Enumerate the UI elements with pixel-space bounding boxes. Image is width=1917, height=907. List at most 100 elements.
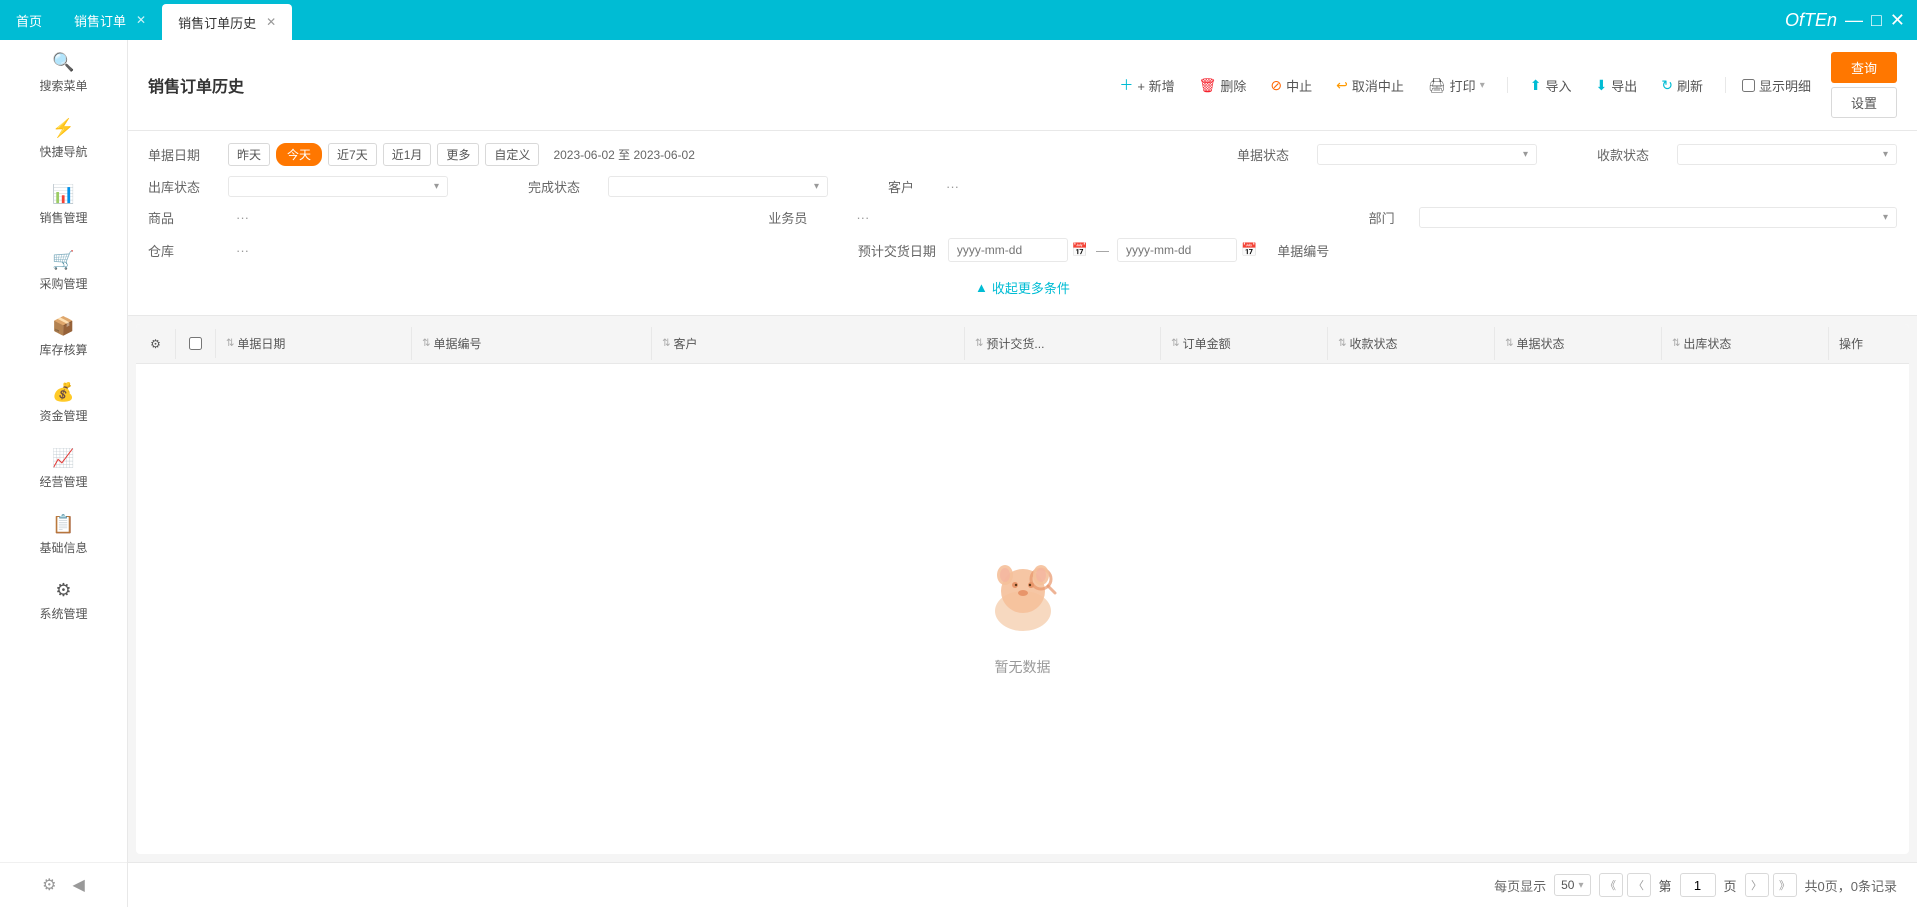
goods-label: 商品 — [148, 208, 228, 227]
tab-sales-order-history[interactable]: 销售订单历史 ✕ — [162, 4, 292, 40]
filter-section: 单据日期 昨天 今天 近7天 近1月 更多 自定义 2023-06-02 至 2… — [128, 131, 1917, 316]
per-page-value: 50 — [1561, 878, 1574, 892]
sidebar-item-sales-mgmt-label: 销售管理 — [39, 209, 87, 226]
last-page-button[interactable]: 》 — [1773, 873, 1797, 897]
sidebar-item-sales-mgmt[interactable]: 📊 销售管理 — [0, 172, 127, 238]
th-num-label: 单据编号 — [434, 335, 482, 352]
display-checkbox[interactable] — [1742, 79, 1755, 92]
sidebar-settings-icon[interactable]: ⚙ — [42, 875, 56, 895]
complete-status-select[interactable]: ▾ — [608, 176, 828, 197]
sidebar-item-sys-mgmt[interactable]: ⚙ 系统管理 — [0, 568, 127, 634]
expected-date-start[interactable] — [948, 238, 1068, 262]
expected-date-input-group: 📅 — 📅 — [948, 238, 1257, 262]
tab-sales-order-label: 销售订单 — [74, 11, 126, 30]
per-page-select[interactable]: 50 ▾ — [1554, 874, 1590, 896]
cancel-stop-icon: ↩ — [1336, 77, 1348, 94]
first-page-button[interactable]: 《 — [1599, 873, 1623, 897]
tab-home[interactable]: 首页 — [0, 0, 58, 40]
settings-button[interactable]: 设置 — [1831, 87, 1897, 118]
date-btn-today[interactable]: 今天 — [276, 143, 322, 166]
customer-select-dots[interactable]: ··· — [946, 179, 959, 194]
top-bar-right: OfTEn — □ ✕ — [1773, 10, 1917, 31]
out-status-select[interactable]: ▾ — [228, 176, 448, 197]
date-btn-more[interactable]: 更多 — [437, 143, 479, 166]
department-chevron-icon: ▾ — [1883, 212, 1888, 223]
th-date[interactable]: ⇅ 单据日期 — [216, 327, 412, 360]
import-button[interactable]: ⬆ 导入 — [1524, 72, 1578, 99]
tab-sales-order-history-close[interactable]: ✕ — [266, 15, 276, 29]
delete-icon: 🗑 — [1199, 77, 1217, 94]
refresh-button[interactable]: ↻ 刷新 — [1655, 72, 1709, 99]
prev-page-button[interactable]: 〈 — [1627, 873, 1651, 897]
th-ops-label: 操作 — [1839, 335, 1863, 352]
export-button[interactable]: ⬇ 导出 — [1589, 72, 1643, 99]
page-label: 第 — [1659, 876, 1672, 895]
goods-select-dots[interactable]: ··· — [236, 210, 249, 225]
warehouse-select-dots[interactable]: ··· — [236, 243, 249, 258]
tab-sales-order[interactable]: 销售订单 ✕ — [58, 0, 162, 40]
page-number-input[interactable] — [1680, 873, 1716, 897]
sidebar-item-operations[interactable]: 📈 经营管理 — [0, 436, 127, 502]
th-amount[interactable]: ⇅ 订单金额 — [1161, 327, 1328, 360]
salesperson-label: 业务员 — [768, 208, 848, 227]
close-button[interactable]: ✕ — [1890, 10, 1905, 31]
add-button[interactable]: ＋ + 新增 — [1113, 71, 1180, 99]
sidebar-item-search-menu-label: 搜索菜单 — [39, 77, 87, 94]
stop-label: 中止 — [1286, 76, 1312, 95]
order-status-select[interactable]: ▾ — [1317, 144, 1537, 165]
sidebar-item-purchase-mgmt[interactable]: 🛒 采购管理 — [0, 238, 127, 304]
tab-bar: 首页 销售订单 ✕ 销售订单历史 ✕ — [0, 0, 1773, 40]
th-delivery[interactable]: ⇅ 预计交货... — [965, 327, 1161, 360]
stop-button[interactable]: ⊘ 中止 — [1264, 72, 1318, 99]
select-all-checkbox[interactable] — [189, 337, 202, 350]
cancel-stop-button[interactable]: ↩ 取消中止 — [1330, 72, 1410, 99]
empty-text: 暂无数据 — [995, 657, 1051, 677]
department-select[interactable]: ▾ — [1419, 207, 1897, 228]
sales-mgmt-icon: 📊 — [52, 184, 74, 205]
th-order[interactable]: ⇅ 单据状态 — [1495, 327, 1662, 360]
query-button[interactable]: 查询 — [1831, 52, 1897, 83]
delete-button[interactable]: 🗑 删除 — [1193, 72, 1253, 99]
salesperson-select-dots[interactable]: ··· — [856, 210, 869, 225]
th-check[interactable] — [176, 329, 216, 358]
sidebar-collapse-icon[interactable]: ◀ — [73, 875, 85, 895]
maximize-button[interactable]: □ — [1871, 10, 1882, 31]
export-label: 导出 — [1611, 76, 1637, 95]
expected-date-end[interactable] — [1117, 238, 1237, 262]
content-area: 销售订单历史 ＋ + 新增 🗑 删除 ⊘ 中止 ↩ 取消中止 — [128, 40, 1917, 907]
sidebar-item-quick-nav-label: 快捷导航 — [39, 143, 87, 160]
per-page-chevron-icon: ▾ — [1578, 880, 1583, 891]
date-btn-custom[interactable]: 自定义 — [485, 143, 539, 166]
display-toggle[interactable]: 显示明细 — [1742, 76, 1811, 95]
sidebar-item-inventory[interactable]: 📦 库存核算 — [0, 304, 127, 370]
sidebar-item-basic-info[interactable]: 📋 基础信息 — [0, 502, 127, 568]
tab-sales-order-history-label: 销售订单历史 — [178, 13, 256, 32]
tab-sales-order-close[interactable]: ✕ — [136, 13, 146, 27]
sidebar-item-inventory-label: 库存核算 — [39, 341, 87, 358]
th-customer[interactable]: ⇅ 客户 — [652, 327, 965, 360]
page-unit: 页 — [1724, 876, 1737, 895]
th-gear[interactable]: ⚙ — [136, 329, 176, 359]
th-amount-label: 订单金额 — [1183, 335, 1231, 352]
calendar-start-icon[interactable]: 📅 — [1072, 242, 1088, 258]
sidebar-item-search-menu[interactable]: 🔍 搜索菜单 — [0, 40, 127, 106]
minimize-button[interactable]: — — [1845, 10, 1863, 31]
filter-row-1: 单据日期 昨天 今天 近7天 近1月 更多 自定义 2023-06-02 至 2… — [148, 143, 1897, 166]
complete-status-chevron-icon: ▾ — [814, 181, 819, 192]
next-page-button[interactable]: 〉 — [1745, 873, 1769, 897]
calendar-end-icon[interactable]: 📅 — [1241, 242, 1257, 258]
operations-icon: 📈 — [52, 448, 74, 469]
import-icon: ⬆ — [1530, 77, 1542, 94]
th-pay[interactable]: ⇅ 收款状态 — [1328, 327, 1495, 360]
date-btn-7days[interactable]: 近7天 — [328, 143, 377, 166]
sidebar-item-finance[interactable]: 💰 资金管理 — [0, 370, 127, 436]
date-btn-1month[interactable]: 近1月 — [383, 143, 432, 166]
sidebar-item-quick-nav[interactable]: ⚡ 快捷导航 — [0, 106, 127, 172]
print-button[interactable]: 🖨 打印 ▾ — [1422, 72, 1491, 99]
th-out[interactable]: ⇅ 出库状态 — [1662, 327, 1829, 360]
sort-delivery-icon: ⇅ — [975, 338, 983, 349]
pay-status-select[interactable]: ▾ — [1677, 144, 1897, 165]
date-btn-yesterday[interactable]: 昨天 — [228, 143, 270, 166]
th-num[interactable]: ⇅ 单据编号 — [412, 327, 652, 360]
collapse-button[interactable]: ▲ 收起更多条件 — [148, 272, 1897, 303]
